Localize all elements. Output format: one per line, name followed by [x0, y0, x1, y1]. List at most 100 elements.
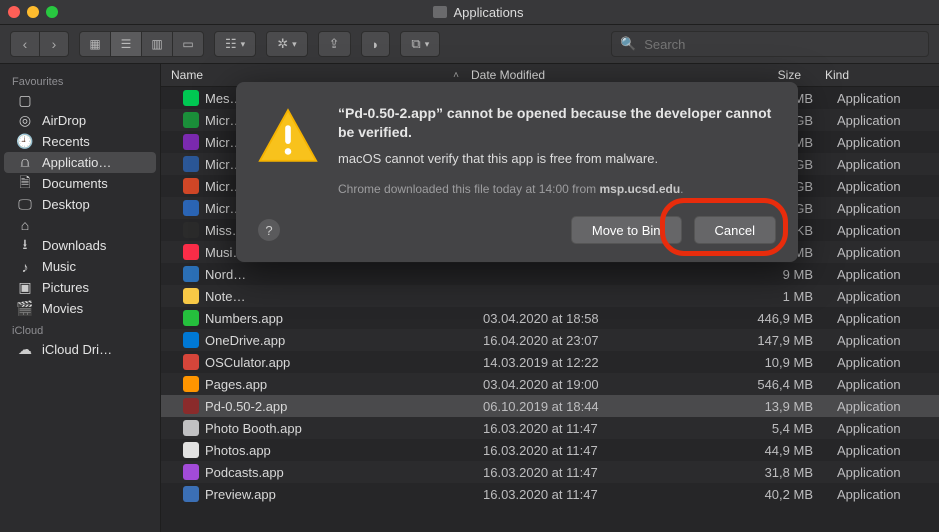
view-icon-grid[interactable]: ▦ [79, 31, 111, 57]
file-size: 40,2 MB [713, 487, 833, 502]
table-row[interactable]: OSCulator.app 14.03.2019 at 12:2210,9 MBA… [161, 351, 939, 373]
search-icon: 🔍 [620, 36, 636, 52]
sidebar-item-label: Movies [42, 301, 83, 316]
column-date[interactable]: Date Modified [471, 68, 701, 82]
file-name: Numbers.app [205, 311, 283, 326]
file-kind: Application [833, 91, 939, 106]
titlebar: Applications [0, 0, 939, 25]
table-row[interactable]: Pages.app03.04.2020 at 19:00546,4 MBAppl… [161, 373, 939, 395]
file-kind: Application [833, 135, 939, 150]
app-icon [183, 332, 199, 348]
sidebar-item-recents[interactable]: 🕘Recents [4, 131, 156, 152]
view-icon-list[interactable]: ☰ [111, 31, 142, 57]
move-to-bin-button[interactable]: Move to Bin [571, 216, 682, 244]
file-size: 446,9 MB [713, 311, 833, 326]
share-button[interactable]: ⇪ [318, 31, 351, 57]
file-kind: Application [833, 157, 939, 172]
sidebar-item-downloads[interactable]: ⭳Downloads [4, 235, 156, 256]
back-button[interactable]: ‹ [10, 31, 40, 57]
sidebar-item-iclouddri[interactable]: ☁iCloud Dri… [4, 339, 156, 360]
search-field[interactable]: 🔍 [611, 31, 929, 57]
view-icon-columns[interactable]: ▥ [142, 31, 173, 57]
movies-icon: 🎬 [16, 302, 34, 316]
table-row[interactable]: Note…1 MBApplication [161, 285, 939, 307]
app-icon [183, 200, 199, 216]
window-controls [8, 6, 58, 18]
window-title-text: Applications [453, 5, 523, 20]
app-icon [183, 420, 199, 436]
file-date: 06.10.2019 at 18:44 [483, 399, 713, 414]
sidebar-item-applicatio[interactable]: ⩍Applicatio… [4, 152, 156, 173]
file-size: 10,9 MB [713, 355, 833, 370]
sidebar-item-desktop[interactable]: 🖵Desktop [4, 194, 156, 215]
sidebar-group-label: iCloud [0, 319, 160, 339]
file-date: 03.04.2020 at 18:58 [483, 311, 713, 326]
file-kind: Application [833, 355, 939, 370]
file-name: Pd-0.50-2.app [205, 399, 287, 414]
cancel-button[interactable]: Cancel [694, 216, 776, 244]
app-icon [183, 244, 199, 260]
file-kind: Application [833, 311, 939, 326]
nav-buttons: ‹ › [10, 31, 69, 57]
group-by-button[interactable]: ☷ ▾ [214, 31, 256, 57]
table-row[interactable]: Pd-0.50-2.app06.10.2019 at 18:4413,9 MBA… [161, 395, 939, 417]
column-size[interactable]: Size [701, 68, 821, 82]
sidebar-item-label: iCloud Dri… [42, 342, 112, 357]
dialog-note: Chrome downloaded this file today at 14:… [338, 181, 776, 198]
app-icon [183, 398, 199, 414]
action-menu-button[interactable]: ✲ ▾ [266, 31, 307, 57]
column-name-label: Name [171, 68, 203, 82]
minimize-window-button[interactable] [27, 6, 39, 18]
sidebar-item-label: Desktop [42, 197, 90, 212]
view-icon-gallery[interactable]: ▭ [173, 31, 204, 57]
table-row[interactable]: OneDrive.app16.04.2020 at 23:07147,9 MBA… [161, 329, 939, 351]
sidebar-item-documents[interactable]: 🗎Documents [4, 173, 156, 194]
file-date: 14.03.2019 at 12:22 [483, 355, 713, 370]
column-name[interactable]: Name ˄ [161, 68, 471, 82]
app-icon [183, 90, 199, 106]
file-kind: Application [833, 179, 939, 194]
file-size: 147,9 MB [713, 333, 833, 348]
sidebar-item-airdrop[interactable]: ◎AirDrop [4, 110, 156, 131]
search-input[interactable] [642, 36, 920, 53]
downloads-icon: ⭳ [16, 239, 34, 253]
file-kind: Application [833, 421, 939, 436]
table-row[interactable]: Photo Booth.app16.03.2020 at 11:475,4 MB… [161, 417, 939, 439]
file-name: OSCulator.app [205, 355, 290, 370]
file-kind: Application [833, 465, 939, 480]
close-window-button[interactable] [8, 6, 20, 18]
table-row[interactable]: Numbers.app 03.04.2020 at 18:58446,9 MBAp… [161, 307, 939, 329]
file-name: Photos.app [205, 443, 271, 458]
sidebar-item-movies[interactable]: 🎬 Movies [4, 298, 156, 319]
file-kind: Application [833, 267, 939, 282]
help-button[interactable]: ? [258, 219, 280, 241]
dropbox-button[interactable]: ⧉ ▾ [400, 31, 440, 57]
file-name: Photo Booth.app [205, 421, 302, 436]
window-title: Applications [70, 5, 887, 20]
file-name: Podcasts.app [205, 465, 284, 480]
file-size: 31,8 MB [713, 465, 833, 480]
file-date: 03.04.2020 at 19:00 [483, 377, 713, 392]
table-row[interactable]: Nord…9 MBApplication [161, 263, 939, 285]
table-row[interactable]: Preview.app16.03.2020 at 11:4740,2 MBApp… [161, 483, 939, 505]
sidebar-item-folder[interactable]: ▢ [4, 90, 156, 110]
table-row[interactable]: Photos.app16.03.2020 at 11:4744,9 MBAppl… [161, 439, 939, 461]
sidebar-item-music[interactable]: ♪Music [4, 256, 156, 277]
app-icon [183, 354, 199, 370]
app-icon [183, 222, 199, 238]
sidebar-item-home[interactable]: ⌂ [4, 215, 156, 235]
tags-button[interactable]: ◗ [361, 31, 391, 57]
zoom-window-button[interactable] [46, 6, 58, 18]
sidebar-item-pictures[interactable]: ▣Pictures [4, 277, 156, 298]
file-kind: Application [833, 333, 939, 348]
sidebar-group-label: Favourites [0, 70, 160, 90]
forward-button[interactable]: › [40, 31, 69, 57]
file-kind: Application [833, 487, 939, 502]
file-kind: Application [833, 113, 939, 128]
app-icon [183, 310, 199, 326]
file-size: 13,9 MB [713, 399, 833, 414]
column-kind[interactable]: Kind [821, 68, 939, 82]
dialog-title: “Pd-0.50-2.app” cannot be opened because… [338, 104, 776, 142]
table-row[interactable]: Podcasts.app16.03.2020 at 11:4731,8 MBAp… [161, 461, 939, 483]
file-size: 5,4 MB [713, 421, 833, 436]
